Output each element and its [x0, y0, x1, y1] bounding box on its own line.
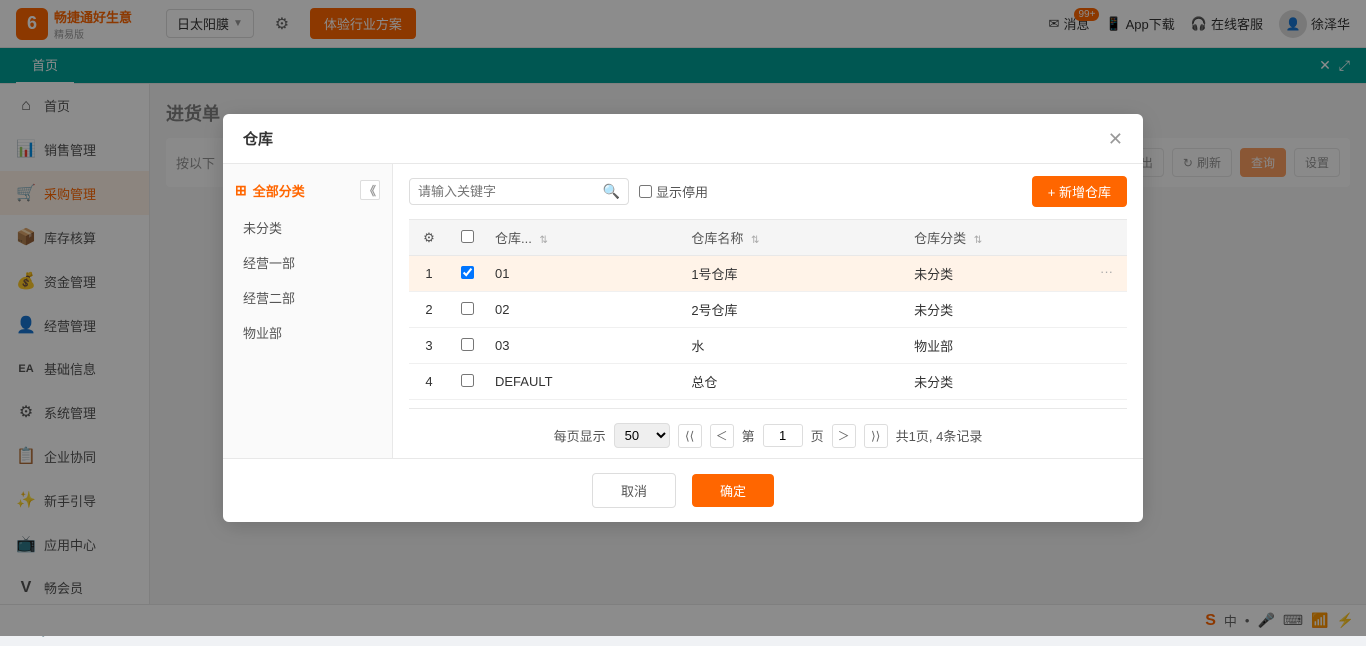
page-unit: 页 [811, 426, 824, 445]
table-row[interactable]: 3 03 水 物业部 [409, 328, 1127, 364]
page-label: 第 [742, 426, 755, 445]
category-item-3[interactable]: 物业部 [223, 315, 392, 350]
col-category-header: 仓库分类 ⇅ [904, 220, 1127, 256]
row-name: 总仓 [681, 364, 904, 400]
table-row[interactable]: 4 DEFAULT 总仓 未分类 [409, 364, 1127, 400]
table-toolbar: 🔍 显示停用 + 新增仓库 [409, 176, 1127, 207]
row-name: 1号仓库 [681, 256, 904, 292]
category-header: ⊞ 全部分类 《 [223, 176, 392, 210]
table-body: 1 01 1号仓库 未分类··· 2 02 2号仓库 未分类 3 03 水 物业… [409, 256, 1127, 400]
sort-icon-category[interactable]: ⇅ [974, 235, 982, 246]
category-header-label: 全部分类 [253, 181, 305, 200]
row-checkbox-cell [449, 256, 485, 292]
col-settings: ⚙ [409, 220, 449, 256]
row-index: 4 [409, 364, 449, 400]
col-code-header: 仓库... ⇅ [485, 220, 681, 256]
row-checkbox-cell [449, 292, 485, 328]
select-all-checkbox[interactable] [461, 230, 474, 243]
category-item-2[interactable]: 经营二部 [223, 280, 392, 315]
row-name: 2号仓库 [681, 292, 904, 328]
modal-header: 仓库 ✕ [223, 114, 1143, 164]
modal-overlay: 仓库 ✕ ⊞ 全部分类 《 未分类 经营一部 经营二部 物业部 [0, 0, 1366, 636]
search-icon[interactable]: 🔍 [603, 183, 620, 200]
category-sidebar: ⊞ 全部分类 《 未分类 经营一部 经营二部 物业部 [223, 164, 393, 458]
page-size-label: 每页显示 [554, 426, 606, 445]
row-code: 03 [485, 328, 681, 364]
warehouse-table: ⚙ 仓库... ⇅ 仓库名称 [409, 219, 1127, 400]
table-row[interactable]: 2 02 2号仓库 未分类 [409, 292, 1127, 328]
page-size-select[interactable]: 50 10 20 100 [614, 423, 670, 448]
row-category: 未分类··· [904, 256, 1127, 292]
first-page-button[interactable]: ⟨⟨ [678, 424, 702, 448]
warehouse-modal: 仓库 ✕ ⊞ 全部分类 《 未分类 经营一部 经营二部 物业部 [223, 114, 1143, 522]
row-index: 2 [409, 292, 449, 328]
row-more-button[interactable]: ··· [1100, 264, 1113, 279]
sort-icon-name[interactable]: ⇅ [751, 235, 759, 246]
pagination: 每页显示 50 10 20 100 ⟨⟨ ＜ 第 页 ＞ ⟩⟩ 共1页, 4条记… [409, 408, 1127, 458]
row-checkbox[interactable] [461, 266, 474, 279]
total-info: 共1页, 4条记录 [896, 426, 983, 445]
settings-col-icon[interactable]: ⚙ [423, 230, 435, 245]
row-checkbox[interactable] [461, 374, 474, 387]
row-index: 3 [409, 328, 449, 364]
cancel-button[interactable]: 取消 [592, 473, 676, 508]
row-category: 物业部 [904, 328, 1127, 364]
row-name: 水 [681, 328, 904, 364]
show-disabled-label: 显示停用 [656, 182, 708, 201]
row-checkbox[interactable] [461, 338, 474, 351]
row-code: 01 [485, 256, 681, 292]
row-code: 02 [485, 292, 681, 328]
confirm-button[interactable]: 确定 [692, 474, 774, 507]
show-disabled-checkbox[interactable] [639, 185, 652, 198]
prev-page-button[interactable]: ＜ [710, 424, 734, 448]
show-disabled-wrap: 显示停用 [639, 182, 708, 201]
row-checkbox[interactable] [461, 302, 474, 315]
table-scroll-area: ⚙ 仓库... ⇅ 仓库名称 [409, 219, 1127, 400]
row-checkbox-cell [449, 364, 485, 400]
col-name-header: 仓库名称 ⇅ [681, 220, 904, 256]
last-page-button[interactable]: ⟩⟩ [864, 424, 888, 448]
modal-title: 仓库 [243, 128, 273, 149]
modal-close-button[interactable]: ✕ [1108, 130, 1123, 148]
add-warehouse-button[interactable]: + 新增仓库 [1032, 176, 1127, 207]
modal-body: ⊞ 全部分类 《 未分类 经营一部 经营二部 物业部 🔍 [223, 164, 1143, 458]
category-item-1[interactable]: 经营一部 [223, 245, 392, 280]
row-category: 未分类 [904, 364, 1127, 400]
row-index: 1 [409, 256, 449, 292]
table-area: 🔍 显示停用 + 新增仓库 ⚙ [393, 164, 1143, 458]
search-input[interactable] [418, 184, 599, 199]
row-category: 未分类 [904, 292, 1127, 328]
grid-icon: ⊞ [235, 182, 247, 199]
sort-icon-code[interactable]: ⇅ [539, 235, 547, 246]
row-code: DEFAULT [485, 364, 681, 400]
table-row[interactable]: 1 01 1号仓库 未分类··· [409, 256, 1127, 292]
collapse-button[interactable]: 《 [360, 180, 380, 200]
modal-footer: 取消 确定 [223, 458, 1143, 522]
category-item-unclassified[interactable]: 未分类 [223, 210, 392, 245]
search-input-wrap: 🔍 [409, 178, 629, 205]
row-checkbox-cell [449, 328, 485, 364]
next-page-button[interactable]: ＞ [832, 424, 856, 448]
col-checkbox-header [449, 220, 485, 256]
page-input[interactable] [763, 424, 803, 447]
